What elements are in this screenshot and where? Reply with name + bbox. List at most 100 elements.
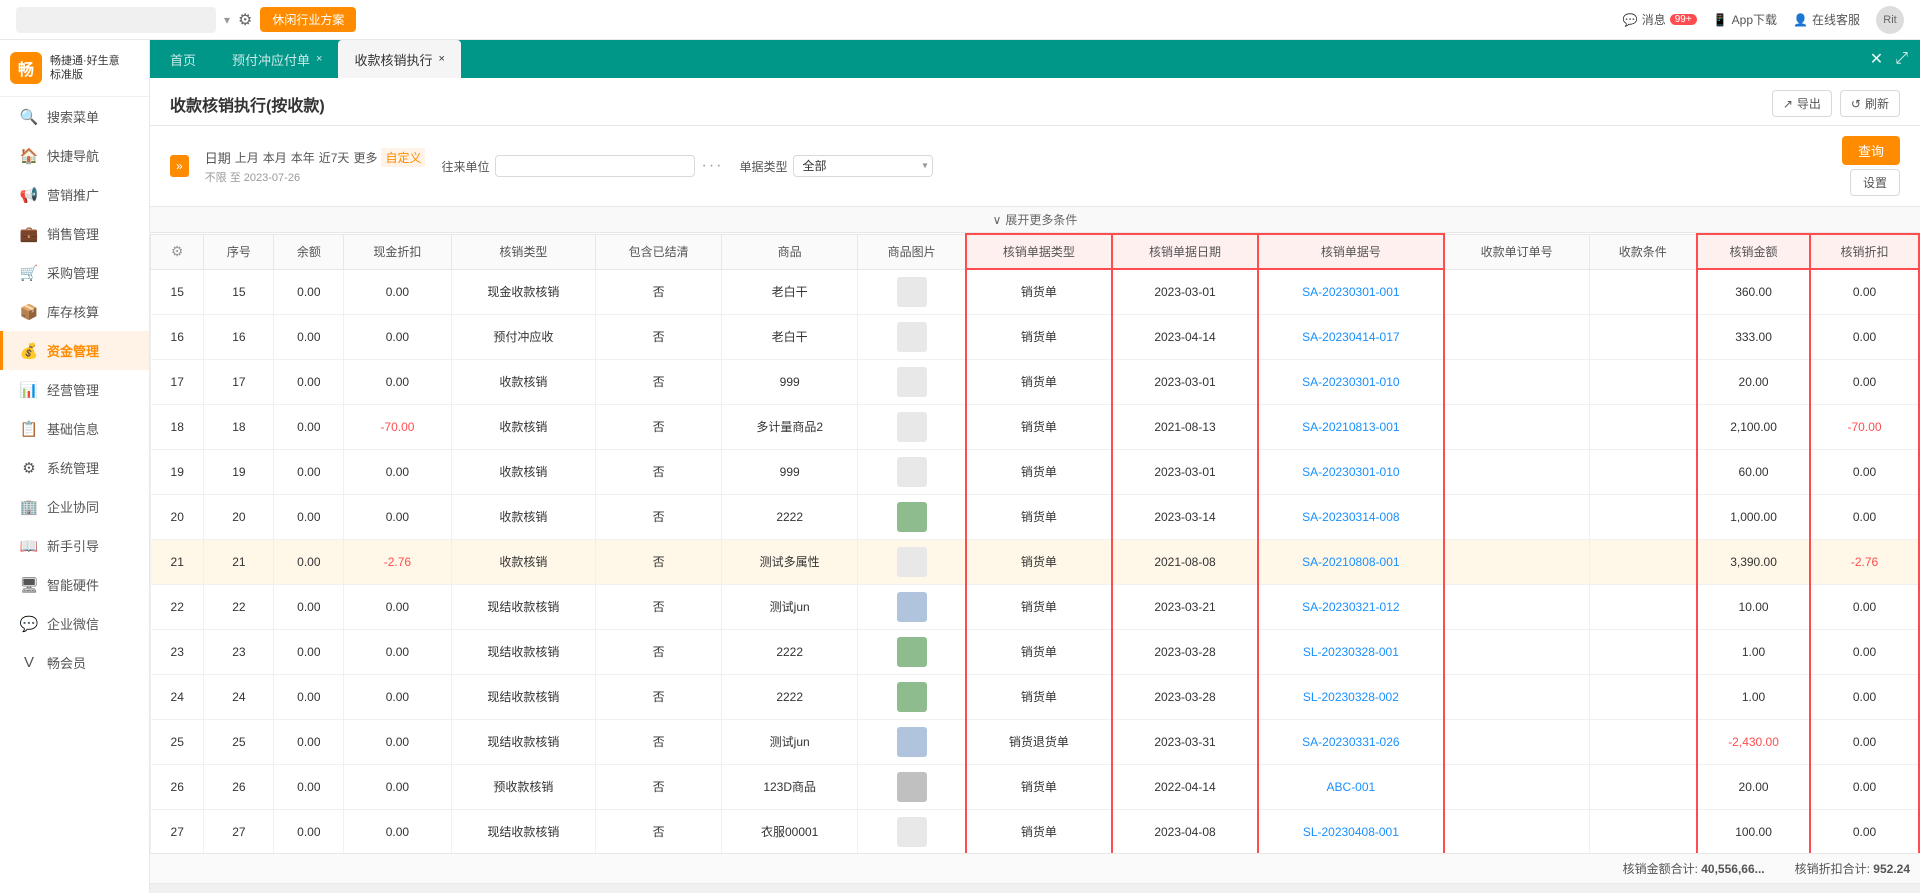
cell-verify_bill_no[interactable]: SL-20230408-001: [1258, 809, 1444, 853]
sidebar-item-finance[interactable]: 💰资金管理: [0, 331, 149, 370]
cell-seq: 27: [151, 809, 204, 853]
sidebar-item-marketing[interactable]: 📢营销推广: [0, 175, 149, 214]
cell-verify_bill_no[interactable]: SL-20230328-002: [1258, 674, 1444, 719]
sidebar-item-operation[interactable]: 📊经营管理: [0, 370, 149, 409]
chevron-down-icon: ∨: [993, 213, 1002, 227]
cell-seq: 21: [151, 539, 204, 584]
cell-verify_bill_no[interactable]: SA-20230331-026: [1258, 719, 1444, 764]
maximize-btn[interactable]: ⤢: [1891, 46, 1912, 72]
export-btn[interactable]: ↗ 导出: [1772, 90, 1832, 117]
cell-verify_discount: 0.00: [1810, 584, 1919, 629]
sidebar-item-basic[interactable]: 📋基础信息: [0, 409, 149, 448]
sidebar-item-sales[interactable]: 💼销售管理: [0, 214, 149, 253]
filter-expand-btn[interactable]: »: [170, 155, 189, 177]
sidebar-item-hardware[interactable]: 🖥智能硬件: [0, 565, 149, 604]
tab-close-1[interactable]: ×: [316, 53, 322, 65]
cell-verify_bill_no[interactable]: SA-20230301-001: [1258, 269, 1444, 314]
receipt-type-select[interactable]: 全部 销货单 销货退货单 预收款核销: [793, 155, 933, 177]
tab-1[interactable]: 预付冲应付单×: [216, 40, 338, 78]
cell-verify_bill_no[interactable]: SA-20210808-001: [1258, 539, 1444, 584]
date-this-month[interactable]: 本月: [263, 149, 287, 166]
table-footer: 核销金额合计: 40,556,66... 核销折扣合计: 952.24: [150, 853, 1920, 883]
horizontal-scroll-bar[interactable]: [150, 883, 1920, 893]
cell-verify_discount: 0.00: [1810, 719, 1919, 764]
cell-verify_type: 现结收款核销: [451, 674, 596, 719]
industry-btn[interactable]: 休闲行业方案: [260, 7, 356, 32]
sidebar-item-quicknav[interactable]: 🏠快捷导航: [0, 136, 149, 175]
cell-verify_bill_date: 2021-08-08: [1112, 539, 1258, 584]
sidebar-item-purchase[interactable]: 🛒采购管理: [0, 253, 149, 292]
cell-verify_type: 现结收款核销: [451, 719, 596, 764]
cell-verify_bill_no[interactable]: SA-20230321-012: [1258, 584, 1444, 629]
refresh-btn[interactable]: ↺ 刷新: [1840, 90, 1900, 117]
message-btn[interactable]: 💬 消息 99+: [1623, 11, 1697, 28]
product-image: [897, 682, 927, 712]
cell-verify_bill_type: 销货单: [966, 359, 1112, 404]
cell-verify_bill_date: 2023-03-01: [1112, 449, 1258, 494]
app-download-btn[interactable]: 📱 App下载: [1713, 11, 1777, 28]
filter-receipt-type: 单据类型 全部 销货单 销货退货单 预收款核销 ▾: [739, 155, 933, 177]
sidebar-item-guide[interactable]: 📖新手引导: [0, 526, 149, 565]
cell-verify_bill_no[interactable]: SL-20230328-001: [1258, 629, 1444, 674]
product-image: [897, 502, 927, 532]
tab-bar: 首页预付冲应付单× 收款核销执行 × ✕ ⤢: [150, 40, 1920, 78]
date-7-days[interactable]: 近7天: [319, 149, 350, 166]
sidebar-item-inventory[interactable]: 📦库存核算: [0, 292, 149, 331]
cell-verify_amount: 60.00: [1697, 449, 1810, 494]
service-icon: 👤: [1793, 13, 1808, 27]
cell-receipt_condition: [1589, 764, 1697, 809]
cell-verify_bill_type: 销货单: [966, 674, 1112, 719]
cell-verify_bill_no[interactable]: SA-20230301-010: [1258, 359, 1444, 404]
sidebar-label-quicknav: 快捷导航: [47, 146, 99, 165]
product-image: [897, 592, 927, 622]
cell-verify_bill_no[interactable]: SA-20210813-001: [1258, 404, 1444, 449]
close-window-btn[interactable]: ✕: [1866, 45, 1887, 73]
cell-verify_bill_no[interactable]: ABC-001: [1258, 764, 1444, 809]
tab-2[interactable]: 收款核销执行 ×: [338, 40, 460, 78]
expand-more-bar[interactable]: ∨ 展开更多条件: [150, 207, 1920, 233]
cell-verify_bill_no[interactable]: SA-20230301-010: [1258, 449, 1444, 494]
cell-verify_bill_date: 2023-04-14: [1112, 314, 1258, 359]
cell-verify_bill_no[interactable]: SA-20230314-008: [1258, 494, 1444, 539]
cell-verify_bill_type: 销货单: [966, 629, 1112, 674]
date-more[interactable]: 更多: [353, 149, 377, 166]
table-row: 24240.000.00现结收款核销否2222销货单2023-03-28SL-2…: [151, 674, 1920, 719]
sidebar-item-enterprise[interactable]: 🏢企业协同: [0, 487, 149, 526]
date-last-month[interactable]: 上月: [235, 149, 259, 166]
cell-seq: 26: [151, 764, 204, 809]
sidebar-item-member[interactable]: V畅会员: [0, 643, 149, 682]
user-avatar[interactable]: Rit: [1876, 6, 1904, 34]
sidebar-label-hardware: 智能硬件: [47, 575, 99, 594]
table-settings-icon[interactable]: ⚙: [171, 243, 184, 259]
counterpart-dots[interactable]: ···: [701, 157, 723, 175]
top-search-area[interactable]: [16, 7, 216, 33]
search-icon: 🔍: [19, 108, 39, 126]
sidebar-label-guide: 新手引导: [47, 536, 99, 555]
cell-verify_bill_no[interactable]: SA-20230414-017: [1258, 314, 1444, 359]
date-this-year[interactable]: 本年: [291, 149, 315, 166]
sidebar-item-system[interactable]: ⚙系统管理: [0, 448, 149, 487]
table-row: 19190.000.00收款核销否999销货单2023-03-01SA-2023…: [151, 449, 1920, 494]
cell-verify_type: 预收款核销: [451, 764, 596, 809]
cell-verify_type: 现结收款核销: [451, 584, 596, 629]
tab-close-2[interactable]: ×: [438, 53, 444, 65]
product-image: [897, 817, 927, 847]
tab-0[interactable]: 首页: [150, 40, 216, 78]
cell-product_img: [858, 719, 966, 764]
online-service-btn[interactable]: 👤 在线客服: [1793, 11, 1860, 28]
gear-icon[interactable]: ⚙: [238, 10, 252, 30]
table-wrapper[interactable]: ⚙序号余额现金折扣核销类型包含已结清商品商品图片核销单据类型核销单据日期核销单据…: [150, 233, 1920, 853]
counterpart-input[interactable]: [495, 155, 695, 177]
cell-seq: 25: [204, 719, 274, 764]
cell-product_img: [858, 269, 966, 314]
date-custom[interactable]: 自定义: [381, 148, 425, 167]
sidebar-item-search[interactable]: 🔍搜索菜单: [0, 97, 149, 136]
cell-verify_bill_type: 销货单: [966, 314, 1112, 359]
cell-seq: 15: [204, 269, 274, 314]
sidebar-item-wechat[interactable]: 💬企业微信: [0, 604, 149, 643]
cell-cash_discount: 0.00: [344, 584, 451, 629]
settings-btn[interactable]: 设置: [1850, 169, 1900, 196]
finance-icon: 💰: [19, 342, 39, 360]
query-btn[interactable]: 查询: [1842, 136, 1900, 165]
tab-label-2: 收款核销执行: [354, 50, 432, 69]
